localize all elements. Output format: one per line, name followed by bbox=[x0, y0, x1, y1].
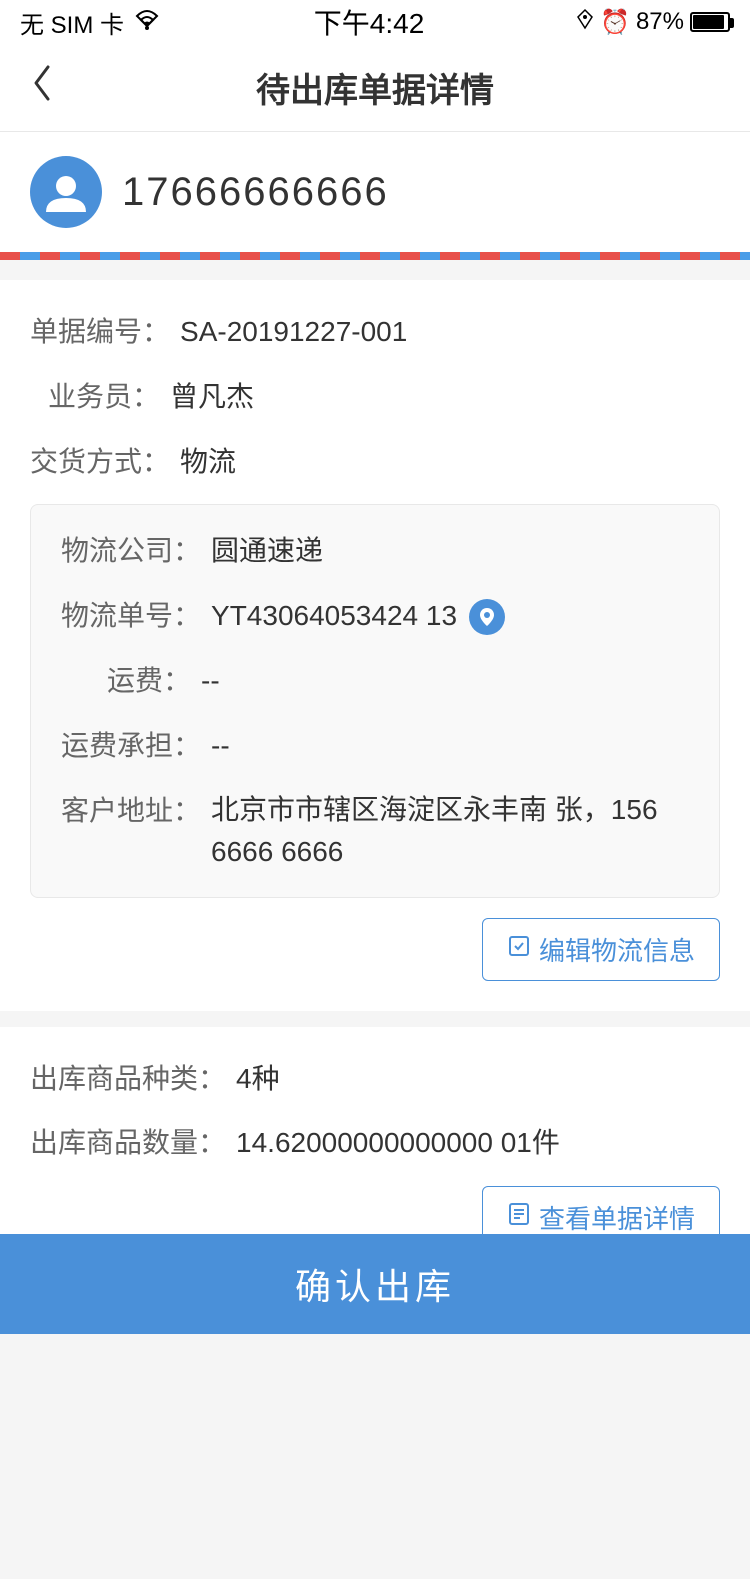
battery-percentage: 87% bbox=[636, 8, 684, 36]
tracking-value: YT43064053424 13 bbox=[211, 594, 505, 639]
product-types-label: 出库商品种类： bbox=[30, 1057, 236, 1102]
order-no-label: 单据编号： bbox=[30, 310, 180, 355]
alarm-icon: ⏰ bbox=[600, 8, 630, 37]
product-quantity-value: 14.62000000000000 01件 bbox=[236, 1121, 720, 1166]
logistics-company-value: 圆通速递 bbox=[211, 529, 689, 574]
edit-logistics-button[interactable]: 编辑物流信息 bbox=[482, 918, 720, 981]
edit-icon bbox=[507, 934, 531, 965]
logistics-card: 物流公司： 圆通速递 物流单号： YT43064053424 13 运费： bbox=[30, 504, 720, 897]
delivery-label: 交货方式： bbox=[30, 440, 180, 485]
freight-row: 运费： -- bbox=[61, 659, 689, 704]
address-value: 北京市市辖区海淀区永丰南 张，156 6666 6666 bbox=[211, 789, 689, 873]
address-label: 客户地址： bbox=[61, 789, 211, 873]
location-service-icon bbox=[576, 8, 594, 37]
confirm-outbound-button[interactable]: 确认出库 bbox=[0, 1234, 750, 1334]
freight-bearer-label: 运费承担： bbox=[61, 724, 211, 769]
customer-header: 17666666666 bbox=[0, 132, 750, 252]
section-divider bbox=[0, 1011, 750, 1027]
avatar bbox=[30, 156, 102, 228]
carrier-text: 无 SIM 卡 bbox=[20, 5, 124, 40]
order-no-row: 单据编号： SA-20191227-001 bbox=[30, 310, 720, 355]
freight-bearer-value: -- bbox=[211, 724, 689, 769]
tracking-row: 物流单号： YT43064053424 13 bbox=[61, 594, 689, 639]
logistics-company-row: 物流公司： 圆通速递 bbox=[61, 529, 689, 574]
product-types-value: 4种 bbox=[236, 1057, 720, 1102]
status-time: 下午4:42 bbox=[314, 2, 425, 42]
status-right: ⏰ 87% bbox=[576, 8, 730, 37]
freight-value: -- bbox=[201, 659, 689, 704]
customer-phone: 17666666666 bbox=[122, 170, 389, 215]
product-types-row: 出库商品种类： 4种 bbox=[30, 1057, 720, 1102]
logistics-company-label: 物流公司： bbox=[61, 529, 211, 574]
freight-bearer-row: 运费承担： -- bbox=[61, 724, 689, 769]
order-info-section: 单据编号： SA-20191227-001 业务员： 曾凡杰 交货方式： 物流 … bbox=[0, 280, 750, 1011]
edit-logistics-label: 编辑物流信息 bbox=[539, 931, 695, 968]
nav-bar: 待出库单据详情 bbox=[0, 44, 750, 132]
product-quantity-row: 出库商品数量： 14.62000000000000 01件 bbox=[30, 1121, 720, 1166]
salesman-label: 业务员： bbox=[30, 375, 170, 420]
view-details-label: 查看单据详情 bbox=[539, 1199, 695, 1236]
wifi-icon bbox=[132, 8, 162, 37]
tracking-location-icon[interactable] bbox=[469, 599, 505, 635]
document-icon bbox=[507, 1202, 531, 1233]
dashed-divider bbox=[0, 252, 750, 260]
address-row: 客户地址： 北京市市辖区海淀区永丰南 张，156 6666 6666 bbox=[61, 789, 689, 873]
tracking-label: 物流单号： bbox=[61, 594, 211, 639]
delivery-row: 交货方式： 物流 bbox=[30, 440, 720, 485]
salesman-value: 曾凡杰 bbox=[170, 375, 720, 420]
delivery-value: 物流 bbox=[180, 440, 720, 485]
status-bar: 无 SIM 卡 下午4:42 ⏰ 87% bbox=[0, 0, 750, 44]
back-button[interactable] bbox=[30, 63, 54, 112]
salesman-row: 业务员： 曾凡杰 bbox=[30, 375, 720, 420]
product-quantity-label: 出库商品数量： bbox=[30, 1121, 236, 1166]
battery-icon bbox=[690, 12, 730, 32]
order-no-value: SA-20191227-001 bbox=[180, 310, 720, 355]
edit-btn-container: 编辑物流信息 bbox=[30, 918, 720, 981]
freight-label: 运费： bbox=[61, 659, 201, 704]
status-left: 无 SIM 卡 bbox=[20, 5, 162, 40]
page-title: 待出库单据详情 bbox=[256, 63, 494, 112]
